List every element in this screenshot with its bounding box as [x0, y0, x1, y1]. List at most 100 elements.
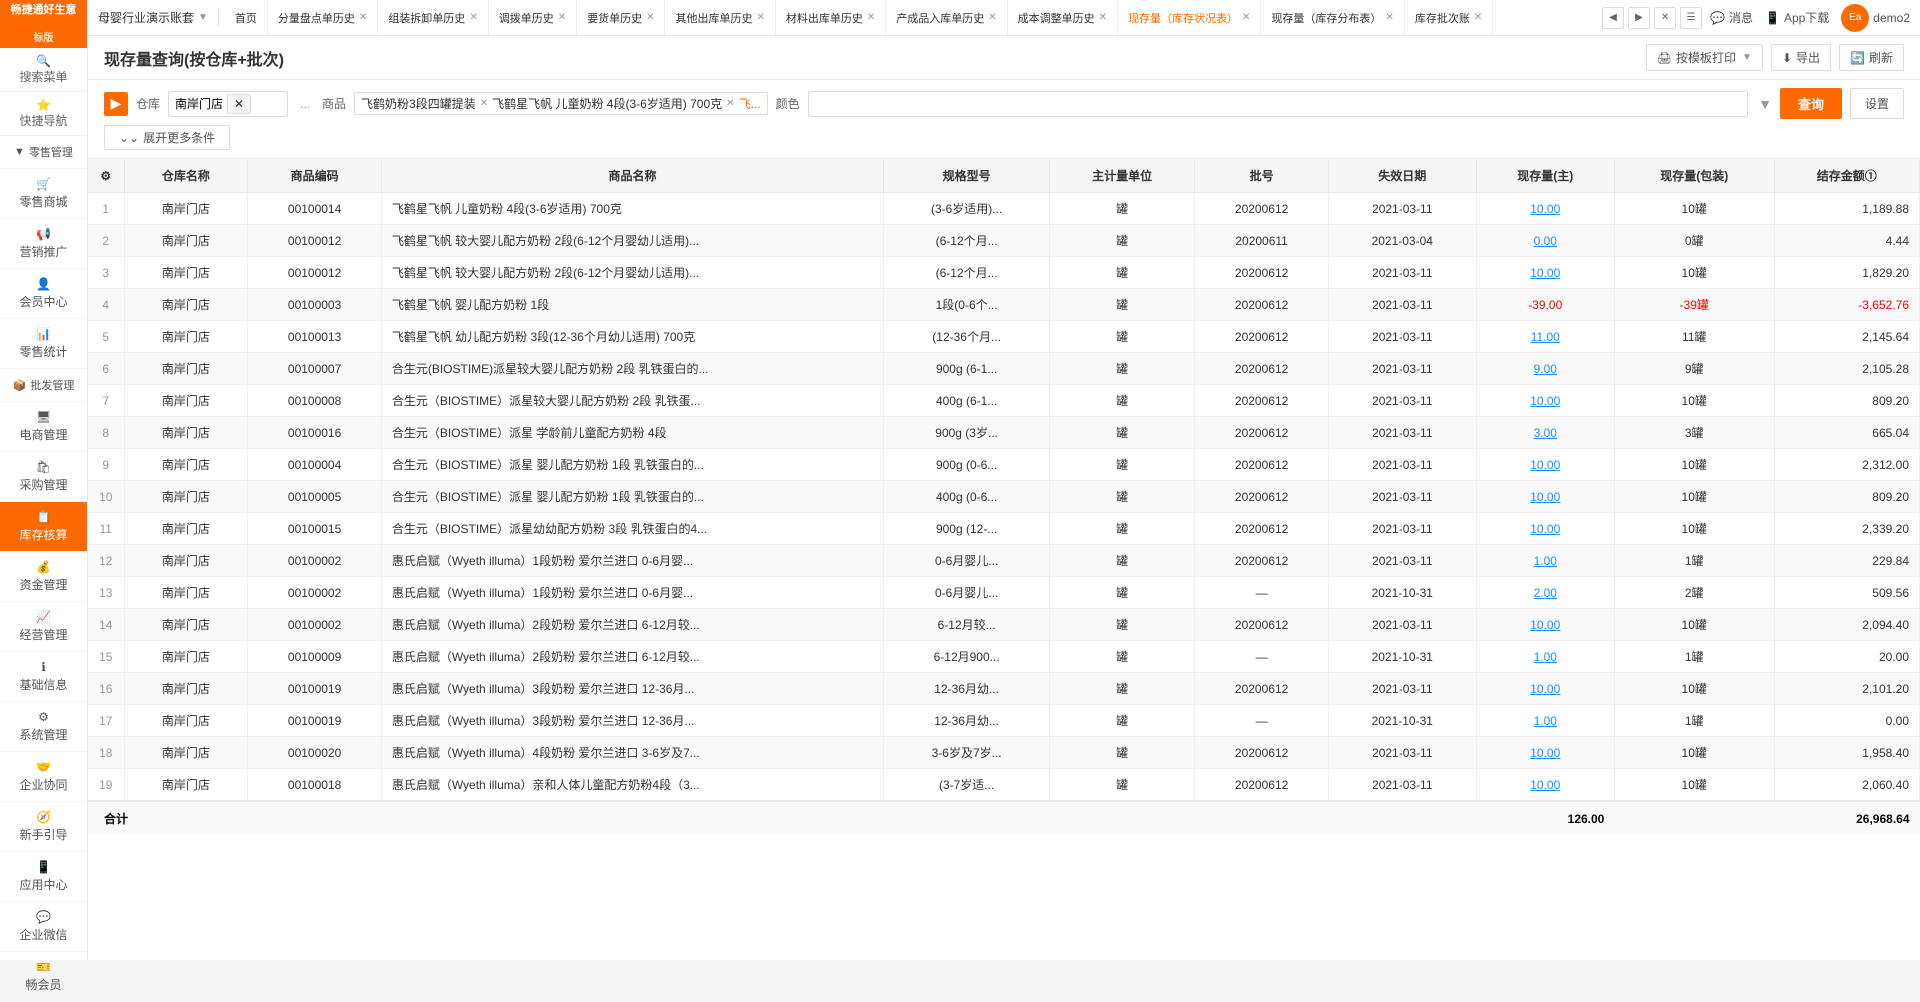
cell-qty-main[interactable]: 10.00: [1476, 449, 1614, 481]
cell-no: 11: [88, 513, 124, 545]
cell-qty-main[interactable]: 3.00: [1476, 417, 1614, 449]
cell-qty-main[interactable]: 10.00: [1476, 385, 1614, 417]
tab-3[interactable]: 调拨单历史✕: [489, 0, 577, 38]
tab-2[interactable]: 组装拆卸单历史✕: [378, 0, 488, 38]
sidebar-search[interactable]: 🔍 搜索菜单: [0, 48, 87, 92]
cell-qty-main[interactable]: 10.00: [1476, 257, 1614, 289]
tab-close-4[interactable]: ✕: [646, 12, 654, 23]
sidebar-quick-nav[interactable]: ⭐ 快捷导航: [0, 92, 87, 136]
tab-4[interactable]: 要货单历史 ✕: [577, 0, 665, 38]
sidebar-item-finance[interactable]: 💰资金管理: [0, 552, 87, 602]
product-tag-1-remove[interactable]: ✕: [480, 98, 488, 109]
header-dropdown-arrow[interactable]: ▼: [198, 12, 208, 23]
tab-close-6[interactable]: ✕: [867, 12, 875, 23]
cell-qty-main[interactable]: 10.00: [1476, 673, 1614, 705]
user-profile[interactable]: Ea demo2: [1841, 4, 1910, 32]
refresh-btn[interactable]: 🔄 刷新: [1839, 44, 1904, 71]
sidebar-item-sys-mgmt[interactable]: ⚙系统管理: [0, 702, 87, 752]
tab-close-9[interactable]: ✕: [1242, 12, 1250, 23]
tab-close-3[interactable]: ✕: [558, 12, 566, 23]
tab-close-5[interactable]: ✕: [756, 12, 764, 23]
warehouse-remove-btn[interactable]: ✕: [227, 94, 251, 114]
sidebar-item-wholesale[interactable]: 📦批发管理: [0, 369, 87, 402]
sidebar-item-inventory[interactable]: 📋库存核算: [0, 502, 87, 552]
cell-qty-main[interactable]: 1.00: [1476, 641, 1614, 673]
cell-qty-main[interactable]: 10.00: [1476, 737, 1614, 769]
cell-unit: 罐: [1049, 417, 1194, 449]
cell-qty-main[interactable]: 9.00: [1476, 353, 1614, 385]
sidebar-item-purchase[interactable]: 🛍采购管理: [0, 452, 87, 502]
cell-product-code: 00100009: [248, 641, 381, 673]
cell-qty-main[interactable]: 2.00: [1476, 577, 1614, 609]
filter-expand-arrow[interactable]: ▶: [104, 92, 128, 116]
settings-btn[interactable]: 设置: [1850, 88, 1904, 119]
tab-1[interactable]: 分量盘点单历史✕: [268, 0, 378, 38]
sidebar-item-retail-shop[interactable]: 🛒零售商城: [0, 169, 87, 219]
cell-qty-main[interactable]: 0.00: [1476, 225, 1614, 257]
tab-6[interactable]: 材料出库单历史 ✕: [776, 0, 886, 38]
tab-9[interactable]: 现存量（库存状况表）✕: [1118, 0, 1261, 38]
tab-8[interactable]: 成本调整单历史✕: [1008, 0, 1118, 38]
sidebar-item-enterprise[interactable]: 🤝企业协同: [0, 752, 87, 802]
cell-qty-main[interactable]: 10.00: [1476, 769, 1614, 802]
template-print-btn[interactable]: 🖨 按模板打印 ▼: [1646, 44, 1763, 71]
cell-spec: 400g (0-6...: [884, 481, 1050, 513]
tab-close-10[interactable]: ✕: [1385, 12, 1393, 23]
color-dropdown-arrow[interactable]: ▼: [1758, 96, 1772, 112]
message-btn[interactable]: 💬 消息: [1710, 9, 1753, 26]
app-download-btn[interactable]: 📱 App下载: [1765, 9, 1829, 26]
cell-qty-main[interactable]: -39.00: [1476, 289, 1614, 321]
tab-11[interactable]: 库存批次账✕: [1405, 0, 1493, 38]
tab-label-4: 要货单历史: [587, 10, 642, 26]
cell-qty-main[interactable]: 10.00: [1476, 193, 1614, 225]
tab-0[interactable]: 首页: [225, 0, 268, 38]
sidebar-item-app-center[interactable]: 📱应用中心: [0, 852, 87, 902]
sidebar-item-operations[interactable]: 📈经营管理: [0, 602, 87, 652]
tab-close-8[interactable]: ✕: [1099, 12, 1107, 23]
cell-qty-main[interactable]: 1.00: [1476, 545, 1614, 577]
tab-next-btn[interactable]: ▶: [1628, 7, 1650, 29]
cell-warehouse: 南岸门店: [124, 769, 248, 802]
cell-no: 10: [88, 481, 124, 513]
tab-5[interactable]: 其他出库单历史✕: [665, 0, 775, 38]
sidebar-item-enterprise-wechat[interactable]: 💬企业微信: [0, 902, 87, 952]
export-btn[interactable]: ⬇ 导出: [1771, 44, 1831, 71]
cell-qty-main[interactable]: 10.00: [1476, 609, 1614, 641]
cell-qty-main[interactable]: 10.00: [1476, 481, 1614, 513]
sidebar-item-basic-info[interactable]: ℹ基础信息: [0, 652, 87, 702]
sidebar-item-member[interactable]: 👤会员中心: [0, 269, 87, 319]
cell-qty-main[interactable]: 1.00: [1476, 705, 1614, 737]
tab-close-1[interactable]: ✕: [359, 12, 367, 23]
query-btn[interactable]: 查询: [1780, 88, 1842, 119]
sidebar-item-new-guide[interactable]: 🧭新手引导: [0, 802, 87, 852]
cell-product-code: 00100007: [248, 353, 381, 385]
tab-7[interactable]: 产成品入库单历史✕: [886, 0, 1007, 38]
tab-close-7[interactable]: ✕: [988, 12, 996, 23]
sidebar-item-ecommerce[interactable]: 🖥电商管理: [0, 402, 87, 452]
tab-label-6: 材料出库单历史: [786, 10, 863, 26]
sidebar-item-marketing[interactable]: 📢营销推广: [0, 219, 87, 269]
table-row: 15 南岸门店 00100009 惠氏启赋（Wyeth illuma）2段奶粉 …: [88, 641, 1920, 673]
cell-qty-pkg: 10罐: [1614, 193, 1774, 225]
cell-expire: 2021-10-31: [1328, 577, 1476, 609]
col-settings[interactable]: ⚙: [88, 159, 124, 193]
tab-prev-btn[interactable]: ◀: [1602, 7, 1624, 29]
product-tag-2-remove[interactable]: ✕: [726, 98, 734, 109]
cell-expire: 2021-10-31: [1328, 641, 1476, 673]
color-filter[interactable]: [808, 91, 1749, 117]
tab-10[interactable]: 现存量（库存分布表）✕: [1261, 0, 1404, 38]
tab-close-11[interactable]: ✕: [1474, 12, 1482, 23]
page-header: 现存量查询(按仓库+批次) 🖨 按模板打印 ▼ ⬇ 导出 🔄 刷新: [88, 36, 1920, 80]
product-more-btn[interactable]: 飞...: [739, 95, 761, 112]
expand-conditions-btn[interactable]: ⌄⌄ 展开更多条件: [104, 125, 230, 150]
cell-qty-main[interactable]: 10.00: [1476, 513, 1614, 545]
cell-qty-main[interactable]: 11.00: [1476, 321, 1614, 353]
warehouse-filter[interactable]: 南岸门店 ✕: [168, 91, 288, 117]
tab-close-btn[interactable]: ✕: [1654, 7, 1676, 29]
icon: 🧭: [36, 810, 51, 824]
sidebar-item-retail-stats[interactable]: 📊零售统计: [0, 319, 87, 369]
product-filter[interactable]: 飞鹤奶粉3段四罐提装 ✕ 飞鹤星飞帆 儿童奶粉 4段(3-6岁适用) 700克 …: [354, 92, 768, 115]
tab-close-2[interactable]: ✕: [469, 12, 477, 23]
sidebar-item-retail-mgmt[interactable]: ▼零售管理: [0, 136, 87, 169]
tab-menu-btn[interactable]: ☰: [1680, 7, 1702, 29]
